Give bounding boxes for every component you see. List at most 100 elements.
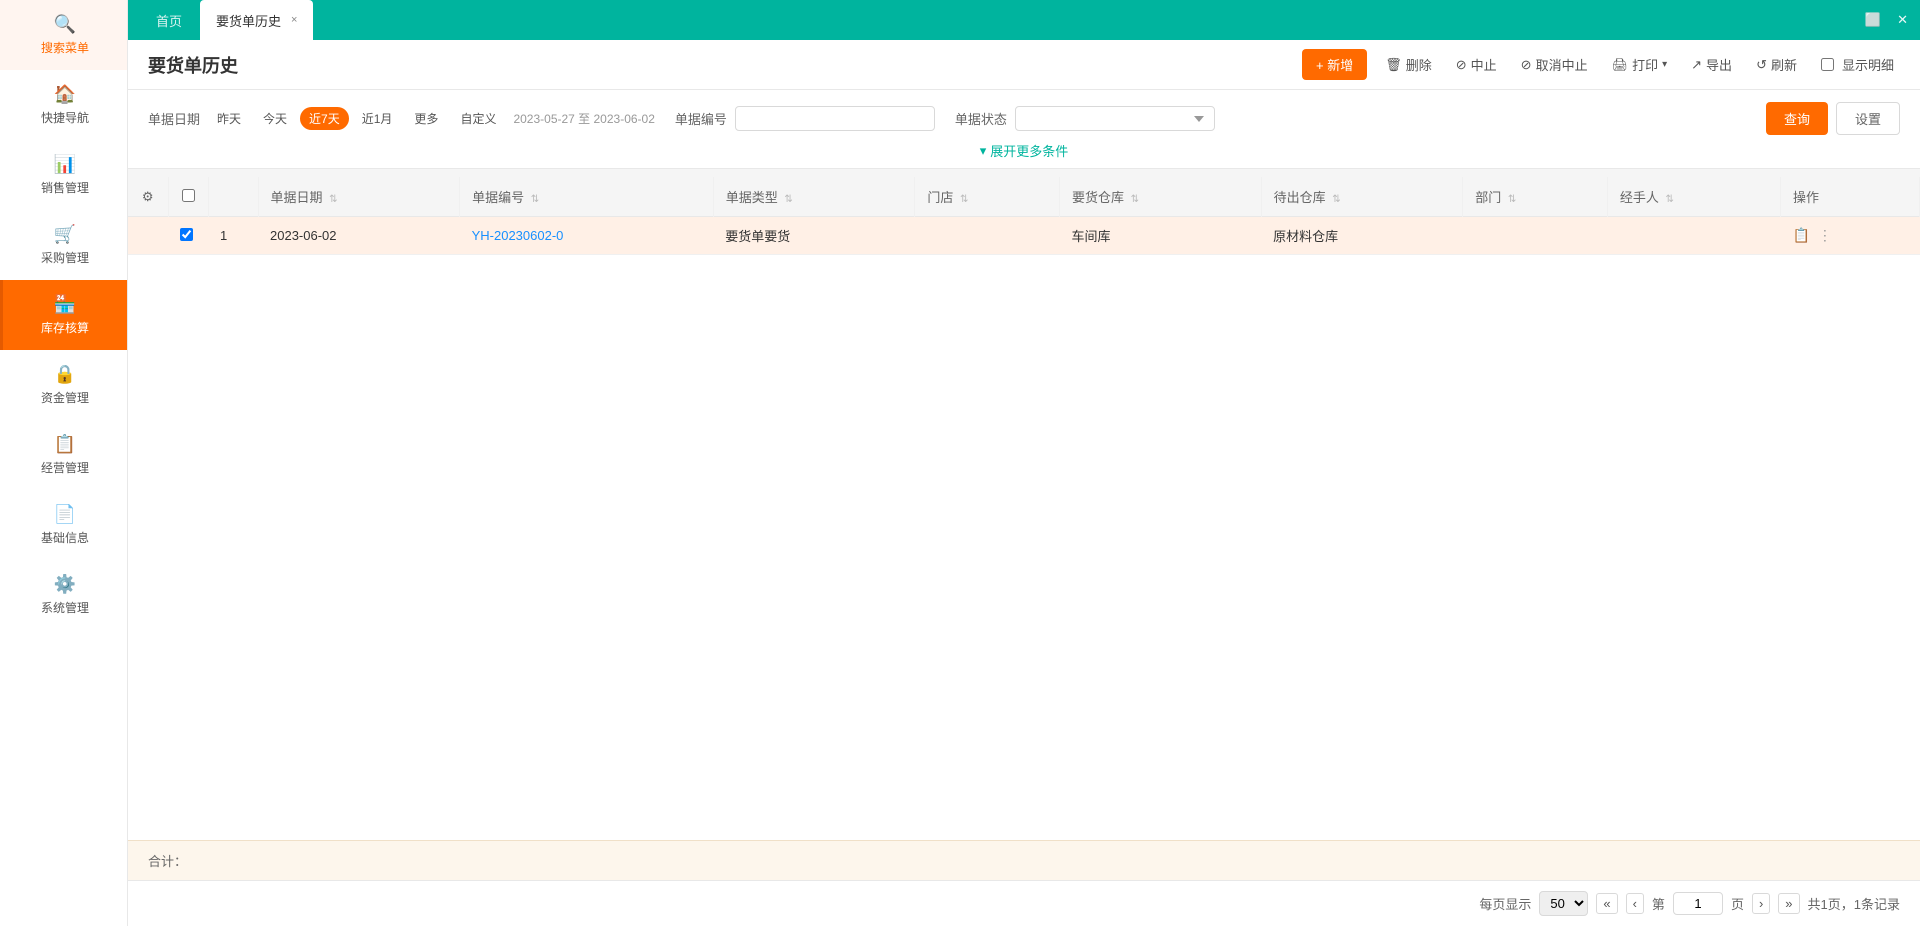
- print-button[interactable]: 🖨 打印 ▾: [1606, 51, 1674, 78]
- stop-button[interactable]: ⊘ 中止: [1450, 51, 1503, 78]
- col-doc-no[interactable]: 单据编号 ⇅: [460, 177, 714, 217]
- cancel-stop-icon: ⊘: [1521, 57, 1532, 73]
- row-more-icon[interactable]: ⋮: [1818, 227, 1832, 244]
- sidebar-label-search-menu: 搜索菜单: [41, 39, 89, 56]
- content-area: 要货单历史 + 新增 🗑 删除 ⊘ 中止 ⊘ 取消中止 🖨 打印: [128, 40, 1920, 926]
- select-all-checkbox[interactable]: [182, 189, 195, 202]
- next-page-button[interactable]: ›: [1752, 893, 1770, 914]
- status-select[interactable]: [1015, 106, 1215, 131]
- delete-button[interactable]: 🗑 删除: [1379, 51, 1438, 78]
- row-settings: [128, 217, 168, 255]
- sort-department-icon: ⇅: [1508, 194, 1516, 205]
- sidebar-item-quick-nav[interactable]: 🏠 快捷导航: [0, 70, 127, 140]
- sidebar-item-system[interactable]: ⚙️ 系统管理: [0, 560, 127, 630]
- sidebar-icon-inventory: 🏪: [54, 294, 76, 315]
- topbar: 首页要货单历史× ⬜ ✕: [128, 0, 1920, 40]
- sidebar-icon-operation: 📋: [54, 434, 76, 455]
- date-filter-group: 单据日期 昨天 今天 近7天 近1月 更多 自定义 2023-05-27 至 2…: [148, 107, 655, 130]
- page-prefix-label: 第: [1652, 894, 1665, 913]
- sidebar-icon-quick-nav: 🏠: [54, 84, 76, 105]
- sidebar-item-inventory[interactable]: 🏪 库存核算: [0, 280, 127, 350]
- sidebar-item-operation[interactable]: 📋 经营管理: [0, 420, 127, 490]
- tab-close-requisition-history[interactable]: ×: [291, 14, 297, 26]
- doc-no-input[interactable]: [735, 106, 935, 131]
- per-page-label: 每页显示: [1479, 894, 1531, 913]
- tab-requisition-history[interactable]: 要货单历史×: [200, 0, 313, 40]
- summary-bar: 合计：: [128, 840, 1920, 880]
- show-detail-input[interactable]: [1821, 58, 1834, 71]
- col-department[interactable]: 部门 ⇅: [1463, 177, 1608, 217]
- row-checkbox: [168, 217, 208, 255]
- main-area: 首页要货单历史× ⬜ ✕ 要货单历史 + 新增 🗑 删除 ⊘ 中止 ⊘: [128, 0, 1920, 926]
- date-btn-yesterday[interactable]: 昨天: [208, 107, 250, 130]
- sidebar: 🔍 搜索菜单 🏠 快捷导航 📊 销售管理 🛒 采购管理 🏪 库存核算 🔒 资金管…: [0, 0, 128, 926]
- refresh-button[interactable]: ↺ 刷新: [1750, 51, 1803, 78]
- new-button[interactable]: + 新增: [1302, 49, 1367, 80]
- filter-area: 单据日期 昨天 今天 近7天 近1月 更多 自定义 2023-05-27 至 2…: [128, 90, 1920, 169]
- col-doc-type[interactable]: 单据类型 ⇅: [713, 177, 915, 217]
- row-store: [915, 217, 1060, 255]
- page-suffix-label: 页: [1731, 894, 1744, 913]
- sidebar-label-quick-nav: 快捷导航: [41, 109, 89, 126]
- settings-button[interactable]: 设置: [1836, 102, 1900, 135]
- col-doc-date[interactable]: 单据日期 ⇅: [258, 177, 460, 217]
- export-button[interactable]: ↗ 导出: [1685, 51, 1738, 78]
- sidebar-item-basic[interactable]: 📄 基础信息: [0, 490, 127, 560]
- sidebar-item-sales[interactable]: 📊 销售管理: [0, 140, 127, 210]
- prev-page-button[interactable]: ‹: [1626, 893, 1644, 914]
- col-handler[interactable]: 经手人 ⇅: [1607, 177, 1780, 217]
- sort-doc-type-icon: ⇅: [784, 194, 792, 205]
- total-info: 共1页，1条记录: [1808, 894, 1900, 913]
- row-doc-type: 要货单要货: [713, 217, 915, 255]
- page-header: 要货单历史 + 新增 🗑 删除 ⊘ 中止 ⊘ 取消中止 🖨 打印: [128, 40, 1920, 90]
- date-btn-1month[interactable]: 近1月: [353, 107, 402, 130]
- col-settings[interactable]: ⚙: [128, 177, 168, 217]
- tab-home[interactable]: 首页: [140, 0, 198, 40]
- col-action: 操作: [1780, 177, 1919, 217]
- sidebar-label-purchase: 采购管理: [41, 249, 89, 266]
- sidebar-label-sales: 销售管理: [41, 179, 89, 196]
- close-window-button[interactable]: ✕: [1897, 12, 1908, 28]
- sidebar-item-finance[interactable]: 🔒 资金管理: [0, 350, 127, 420]
- sidebar-label-basic: 基础信息: [41, 529, 89, 546]
- sidebar-icon-search-menu: 🔍: [54, 14, 76, 35]
- sort-doc-no-icon: ⇅: [531, 194, 539, 205]
- row-doc-no: YH-20230602-0: [460, 217, 714, 255]
- show-detail-checkbox[interactable]: 显示明细: [1815, 51, 1900, 78]
- row-view-icon[interactable]: 📋: [1792, 227, 1809, 244]
- sidebar-icon-basic: 📄: [54, 504, 76, 525]
- page-input[interactable]: [1673, 892, 1723, 915]
- row-req-warehouse: 车间库: [1060, 217, 1262, 255]
- date-btn-more[interactable]: 更多: [405, 107, 447, 130]
- col-store[interactable]: 门店 ⇅: [915, 177, 1060, 217]
- sort-handler-icon: ⇅: [1665, 194, 1673, 205]
- print-chevron-icon: ▾: [1662, 59, 1667, 70]
- stop-icon: ⊘: [1456, 57, 1467, 73]
- last-page-button[interactable]: »: [1778, 893, 1799, 914]
- date-btn-7days[interactable]: 近7天: [300, 107, 349, 130]
- sort-req-warehouse-icon: ⇅: [1131, 194, 1139, 205]
- row-doc-no-link[interactable]: YH-20230602-0: [472, 228, 564, 243]
- summary-label: 合计：: [148, 854, 187, 869]
- query-button[interactable]: 查询: [1766, 102, 1828, 135]
- col-req-warehouse[interactable]: 要货仓库 ⇅: [1060, 177, 1262, 217]
- date-btn-today[interactable]: 今天: [254, 107, 296, 130]
- col-pending-warehouse[interactable]: 待出仓库 ⇅: [1261, 177, 1463, 217]
- cancel-stop-button[interactable]: ⊘ 取消中止: [1515, 51, 1594, 78]
- sidebar-item-search-menu[interactable]: 🔍 搜索菜单: [0, 0, 127, 70]
- row-checkbox-input[interactable]: [180, 228, 193, 241]
- date-btn-custom[interactable]: 自定义: [451, 107, 505, 130]
- refresh-icon: ↺: [1756, 57, 1767, 73]
- pagination-bar: 每页显示 50 « ‹ 第 页 › » 共1页，1条记录: [128, 880, 1920, 926]
- sidebar-icon-system: ⚙️: [54, 574, 76, 595]
- print-icon: 🖨: [1612, 57, 1629, 73]
- sidebar-item-purchase[interactable]: 🛒 采购管理: [0, 210, 127, 280]
- per-page-select[interactable]: 50: [1539, 891, 1588, 916]
- expand-more-button[interactable]: ▾ 展开更多条件: [148, 141, 1900, 160]
- restore-button[interactable]: ⬜: [1865, 12, 1881, 28]
- sidebar-icon-purchase: 🛒: [54, 224, 76, 245]
- first-page-button[interactable]: «: [1596, 893, 1617, 914]
- toolbar: + 新增 🗑 删除 ⊘ 中止 ⊘ 取消中止 🖨 打印 ▾: [1302, 49, 1900, 80]
- doc-no-filter-group: 单据编号: [675, 106, 935, 131]
- date-filter-buttons: 昨天 今天 近7天 近1月 更多 自定义: [208, 107, 505, 130]
